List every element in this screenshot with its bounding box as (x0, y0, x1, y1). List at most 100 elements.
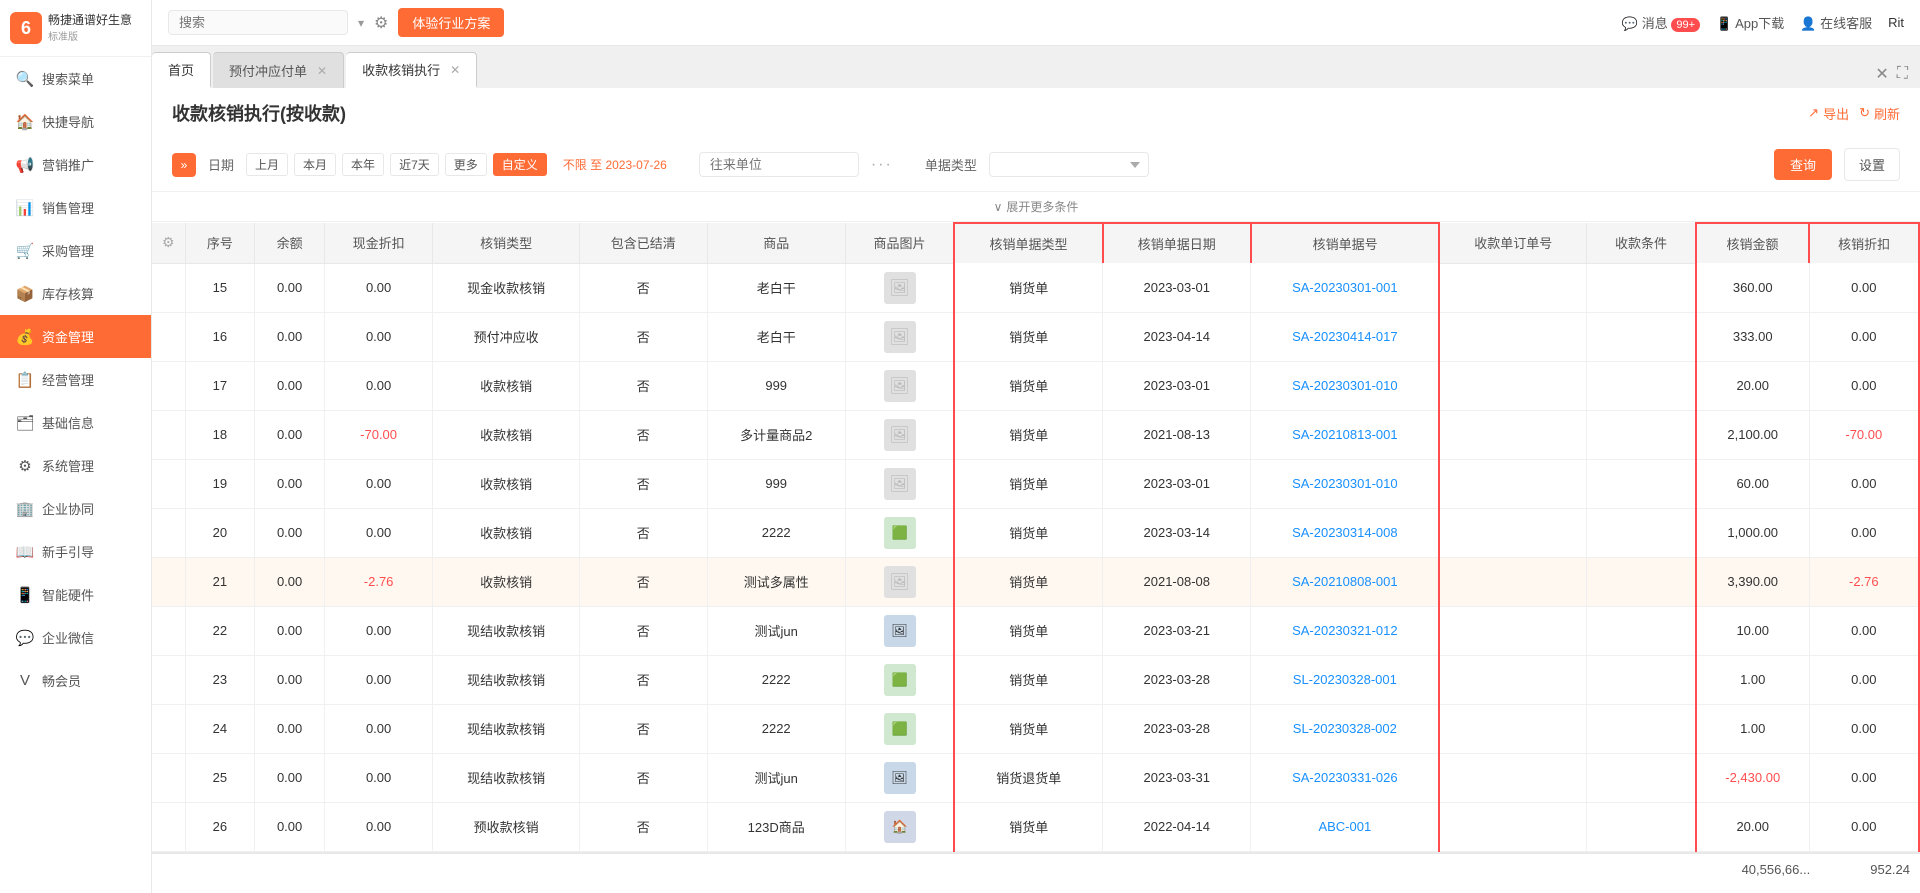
td-goods: 测试jun (707, 753, 845, 802)
th-included-closed: 包含已结清 (580, 223, 708, 263)
bill-no-link[interactable]: SL-20230328-002 (1293, 721, 1397, 736)
close-all-tabs-btn[interactable]: ✕ (1875, 64, 1888, 84)
date-btn-custom[interactable]: 自定义 (493, 153, 547, 176)
date-btn-this-month[interactable]: 本月 (294, 153, 336, 176)
expand-more-conditions-btn[interactable]: ∨ 展开更多条件 (994, 198, 1079, 215)
column-settings-icon[interactable]: ⚙ (162, 234, 175, 251)
date-buttons-group: 上月 本月 本年 近7天 更多 自定义 (246, 153, 547, 176)
td-included-closed: 否 (580, 312, 708, 361)
tab-home[interactable]: 首页 (152, 52, 211, 88)
goods-thumbnail: 🖼 (884, 468, 916, 500)
td-writeoff-bill-no: SA-20230331-026 (1251, 753, 1439, 802)
bill-no-link[interactable]: SA-20230321-012 (1292, 623, 1398, 638)
sidebar-item-label-smart: 智能硬件 (42, 585, 94, 604)
app-logo-icon: 6 (10, 12, 42, 44)
td-writeoff-bill-no: SL-20230328-001 (1251, 655, 1439, 704)
sidebar-item-member[interactable]: V 畅会员 (0, 659, 151, 702)
tab-prepay[interactable]: 预付冲应付单 ✕ (213, 52, 344, 88)
th-cash-discount: 现金折扣 (324, 223, 432, 263)
td-balance: 0.00 (255, 655, 325, 704)
online-service-link[interactable]: 👤 在线客服 (1800, 13, 1872, 32)
td-included-closed: 否 (580, 802, 708, 851)
sidebar-item-inventory[interactable]: 📦 库存核算 (0, 272, 151, 315)
td-writeoff-type: 预付冲应收 (433, 312, 580, 361)
table-row: 25 0.00 0.00 现结收款核销 否 测试jun 🖼 销货退货单 2023… (152, 753, 1919, 802)
tab-prepay-close-icon[interactable]: ✕ (317, 64, 327, 78)
refresh-btn[interactable]: ↻ 刷新 (1859, 104, 1900, 123)
td-writeoff-bill-no: SA-20230314-008 (1251, 508, 1439, 557)
settings-icon[interactable]: ⚙ (374, 13, 388, 33)
sidebar-item-quicknav[interactable]: 🏠 快捷导航 (0, 100, 151, 143)
table-scroll-container[interactable]: ⚙ 序号 余额 现金折扣 核销类型 包含已结清 商品 商品图片 核销单据类型 核… (152, 222, 1920, 852)
sidebar-item-finance[interactable]: 💰 资金管理 (0, 315, 151, 358)
bill-no-link[interactable]: SA-20230301-001 (1292, 280, 1398, 295)
sidebar-item-system[interactable]: ⚙ 系统管理 (0, 444, 151, 487)
bill-no-link[interactable]: SA-20230331-026 (1292, 770, 1398, 785)
search-input[interactable] (168, 10, 348, 35)
goods-thumbnail: 🖼 (884, 419, 916, 451)
sidebar-item-sales[interactable]: 📊 销售管理 (0, 186, 151, 229)
sidebar-item-purchase[interactable]: 🛒 采购管理 (0, 229, 151, 272)
bill-no-link[interactable]: SL-20230328-001 (1293, 672, 1397, 687)
td-no: 23 (185, 655, 255, 704)
date-btn-last-month[interactable]: 上月 (246, 153, 288, 176)
sidebar-item-search[interactable]: 🔍 搜索菜单 (0, 57, 151, 100)
td-writeoff-discount: 0.00 (1809, 361, 1919, 410)
sidebar-item-guide[interactable]: 📖 新手引导 (0, 530, 151, 573)
table-row: 16 0.00 0.00 预付冲应收 否 老白干 🖼 销货单 2023-04-1… (152, 312, 1919, 361)
page-actions: ↗ 导出 ↻ 刷新 (1808, 104, 1900, 135)
th-writeoff-bill-no: 核销单据号 (1251, 223, 1439, 263)
bill-no-link[interactable]: SA-20210813-001 (1292, 427, 1398, 442)
sidebar-item-marketing[interactable]: 📢 营销推广 (0, 143, 151, 186)
date-btn-7days[interactable]: 近7天 (390, 153, 439, 176)
query-btn[interactable]: 查询 (1774, 149, 1832, 180)
td-no: 18 (185, 410, 255, 459)
bill-no-link[interactable]: SA-20230301-010 (1292, 476, 1398, 491)
counterparty-lookup-icon[interactable]: ··· (871, 156, 893, 174)
td-writeoff-type: 现金收款核销 (433, 263, 580, 312)
td-writeoff-amount: -2,430.00 (1696, 753, 1809, 802)
filter-expand-btn[interactable]: » (172, 153, 196, 177)
bill-no-link[interactable]: SA-20230314-008 (1292, 525, 1398, 540)
td-goods: 多计量商品2 (707, 410, 845, 459)
td-receipt-order-no (1439, 410, 1587, 459)
sidebar-item-wechat[interactable]: 💬 企业微信 (0, 616, 151, 659)
td-no: 15 (185, 263, 255, 312)
date-btn-this-year[interactable]: 本年 (342, 153, 384, 176)
td-balance: 0.00 (255, 606, 325, 655)
company-name: 畅捷通谱好生意 (48, 13, 132, 29)
counterparty-input[interactable] (699, 152, 859, 177)
td-cash-discount: 0.00 (324, 606, 432, 655)
date-btn-more[interactable]: 更多 (445, 153, 487, 176)
td-goods-image: 🖼 (845, 557, 954, 606)
app-download-link[interactable]: 📱 App下载 (1716, 13, 1784, 32)
sidebar-item-smart[interactable]: 📱 智能硬件 (0, 573, 151, 616)
export-btn[interactable]: ↗ 导出 (1808, 104, 1849, 123)
sidebar-item-basic[interactable]: 🗂 基础信息 (0, 401, 151, 444)
tab-collection-close-icon[interactable]: ✕ (450, 63, 460, 77)
td-writeoff-bill-type: 销货单 (954, 263, 1102, 312)
td-goods-image: 🟩 (845, 704, 954, 753)
td-receipt-order-no (1439, 459, 1587, 508)
single-type-select[interactable] (989, 152, 1149, 177)
td-receipt-order-no (1439, 557, 1587, 606)
settings-filter-btn[interactable]: 设置 (1844, 148, 1900, 181)
bill-no-link[interactable]: ABC-001 (1318, 819, 1371, 834)
expand-tabs-btn[interactable]: ⛶ (1897, 65, 1908, 83)
sidebar-item-operation[interactable]: 📋 经营管理 (0, 358, 151, 401)
td-settings (152, 557, 185, 606)
td-balance: 0.00 (255, 361, 325, 410)
bill-no-link[interactable]: SA-20210808-001 (1292, 574, 1398, 589)
tab-collection[interactable]: 收款核销执行 ✕ (346, 52, 477, 88)
bill-no-link[interactable]: SA-20230301-010 (1292, 378, 1398, 393)
notifications-area[interactable]: 💬 消息 99+ (1622, 13, 1700, 32)
sidebar-item-corp[interactable]: 🏢 企业协同 (0, 487, 151, 530)
table-row: 23 0.00 0.00 现结收款核销 否 2222 🟩 销货单 2023-03… (152, 655, 1919, 704)
table-row: 22 0.00 0.00 现结收款核销 否 测试jun 🖼 销货单 2023-0… (152, 606, 1919, 655)
dropdown-chevron-icon[interactable]: ▾ (358, 16, 364, 30)
user-name[interactable]: Rit (1888, 15, 1904, 30)
trial-btn[interactable]: 体验行业方案 (398, 8, 504, 37)
sidebar-item-label-quicknav: 快捷导航 (42, 112, 94, 131)
finance-icon: 💰 (16, 328, 34, 346)
bill-no-link[interactable]: SA-20230414-017 (1292, 329, 1398, 344)
